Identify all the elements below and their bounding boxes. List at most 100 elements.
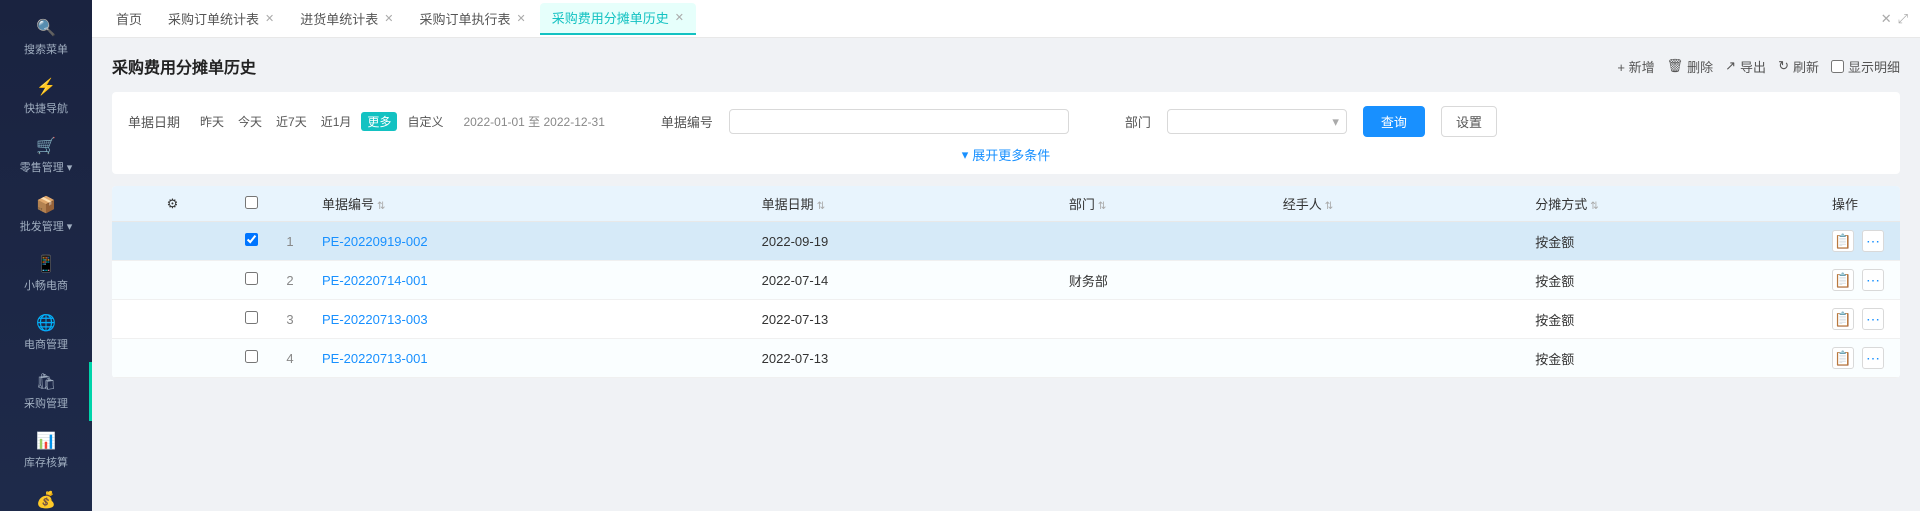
row-checkbox-1[interactable] <box>245 233 258 246</box>
export-button[interactable]: ↗ 导出 <box>1725 57 1766 76</box>
row-checkbox-2[interactable] <box>245 272 258 285</box>
show-cols-toggle[interactable]: 显示明细 <box>1831 57 1900 76</box>
close-window-icon[interactable]: ✕ <box>1881 11 1892 27</box>
view-icon-2[interactable]: 📋 <box>1832 269 1854 291</box>
td-doc-no-2: PE-20220714-001 <box>310 261 750 300</box>
yesterday-btn[interactable]: 昨天 <box>196 112 228 131</box>
sidebar-label-wholesale: 批发管理 ▾ <box>20 218 73 234</box>
dept-select[interactable]: 财务部 <box>1167 109 1347 134</box>
td-ops-1: 📋 ⋯ <box>1820 222 1900 261</box>
td-split-method-1: 按金额 <box>1523 222 1820 261</box>
sidebar-item-quick[interactable]: ⚡ 快捷导航 <box>0 67 92 126</box>
sidebar-label-inventory: 库存核算 <box>24 454 68 470</box>
row-checkbox-4[interactable] <box>245 350 258 363</box>
export-icon: ↗ <box>1725 58 1736 74</box>
refresh-icon: ↻ <box>1778 58 1789 74</box>
expand-window-icon[interactable]: ⤢ <box>1898 11 1908 27</box>
delete-icon: 🗑 <box>1667 58 1684 74</box>
sidebar-item-retail[interactable]: 🛒 零售管理 ▾ <box>0 126 92 185</box>
th-settings[interactable]: ⚙ <box>112 186 233 222</box>
delete-button[interactable]: 🗑 删除 <box>1667 57 1714 76</box>
tab-close-purchase-cost-history[interactable]: ✕ <box>675 11 684 24</box>
td-ops-2: 📋 ⋯ <box>1820 261 1900 300</box>
td-no-3: 3 <box>270 300 310 339</box>
th-doc-no[interactable]: 单据编号⇅ <box>310 186 750 222</box>
last7days-btn[interactable]: 近7天 <box>272 112 311 131</box>
sidebar-item-wholesale[interactable]: 📦 批发管理 ▾ <box>0 185 92 244</box>
sidebar-item-inventory[interactable]: 📊 库存核算 <box>0 421 92 480</box>
th-ops: 操作 <box>1820 186 1900 222</box>
sidebar-icon-retail: 🛒 <box>36 136 56 156</box>
tab-inbound-stats[interactable]: 进货单统计表✕ <box>288 3 405 35</box>
table-row: 4 PE-20220713-001 2022-07-13 按金额 📋 ⋯ <box>112 339 1900 378</box>
sidebar-item-ecom[interactable]: 🌐 电商管理 <box>0 303 92 362</box>
query-button[interactable]: 查询 <box>1363 106 1425 137</box>
today-btn[interactable]: 今天 <box>234 112 266 131</box>
sidebar-label-search: 搜索菜单 <box>24 41 68 57</box>
th-dept[interactable]: 部门⇅ <box>1057 186 1271 222</box>
doc-no-link-3[interactable]: PE-20220713-003 <box>322 312 428 327</box>
select-all-checkbox[interactable] <box>245 196 258 209</box>
td-split-method-3: 按金额 <box>1523 300 1820 339</box>
tab-purchase-order-stats[interactable]: 采购订单统计表✕ <box>156 3 286 35</box>
refresh-button[interactable]: ↻ 刷新 <box>1778 57 1819 76</box>
doc-no-input[interactable] <box>729 109 1069 134</box>
tab-close-inbound-stats[interactable]: ✕ <box>384 12 393 25</box>
date-label: 单据日期 <box>128 112 180 131</box>
td-handler-3 <box>1271 300 1524 339</box>
sidebar-item-finance[interactable]: 💰 资金管理 <box>0 480 92 511</box>
doc-no-link-2[interactable]: PE-20220714-001 <box>322 273 428 288</box>
filter-settings-button[interactable]: 设置 <box>1441 106 1497 137</box>
date-range-display: 2022-01-01 至 2022-12-31 <box>463 113 604 130</box>
sidebar-icon-wholesale: 📦 <box>36 195 56 215</box>
td-check-4 <box>233 339 270 378</box>
more-icon-2[interactable]: ⋯ <box>1862 269 1884 291</box>
row-checkbox-3[interactable] <box>245 311 258 324</box>
td-doc-no-4: PE-20220713-001 <box>310 339 750 378</box>
more-icon-1[interactable]: ⋯ <box>1862 230 1884 252</box>
page-title: 采购费用分摊单历史 <box>112 54 256 78</box>
view-icon-4[interactable]: 📋 <box>1832 347 1854 369</box>
doc-no-input-wrap <box>729 109 1069 134</box>
tab-purchase-cost-history[interactable]: 采购费用分摊单历史✕ <box>540 3 696 35</box>
tab-close-purchase-order-exec[interactable]: ✕ <box>517 12 526 25</box>
last1month-btn[interactable]: 近1月 <box>317 112 356 131</box>
td-handler-2 <box>1271 261 1524 300</box>
td-no-4: 4 <box>270 339 310 378</box>
td-no-1: 1 <box>270 222 310 261</box>
view-icon-1[interactable]: 📋 <box>1832 230 1854 252</box>
sidebar-label-miniapp: 小畅电商 <box>24 277 68 293</box>
show-cols-checkbox[interactable] <box>1831 60 1844 73</box>
th-split-method[interactable]: 分摊方式⇅ <box>1523 186 1820 222</box>
more-btn[interactable]: 更多 <box>361 112 397 131</box>
sidebar-icon-purchase: 🛍 <box>36 372 56 392</box>
doc-no-link-4[interactable]: PE-20220713-001 <box>322 351 428 366</box>
content-area: 采购费用分摊单历史 + 新增 🗑 删除 ↗ 导出 ↻ 刷新 显示明细 <box>92 38 1920 511</box>
tab-bar-right: ✕ ⤢ <box>1881 11 1908 27</box>
td-settings-2 <box>112 261 233 300</box>
tab-close-purchase-order-stats[interactable]: ✕ <box>265 12 274 25</box>
td-doc-date-4: 2022-07-13 <box>750 339 1057 378</box>
custom-btn[interactable]: 自定义 <box>403 112 447 131</box>
sidebar-label-purchase: 采购管理 <box>24 395 68 411</box>
sidebar-icon-quick: ⚡ <box>36 77 56 97</box>
tab-purchase-order-exec[interactable]: 采购订单执行表✕ <box>407 3 537 35</box>
tab-home[interactable]: 首页 <box>104 3 154 35</box>
td-doc-date-1: 2022-09-19 <box>750 222 1057 261</box>
expand-more-btn[interactable]: ▾ 展开更多条件 <box>128 145 1884 164</box>
view-icon-3[interactable]: 📋 <box>1832 308 1854 330</box>
more-icon-4[interactable]: ⋯ <box>1862 347 1884 369</box>
th-handler[interactable]: 经手人⇅ <box>1271 186 1524 222</box>
td-doc-no-3: PE-20220713-003 <box>310 300 750 339</box>
sidebar-item-purchase[interactable]: 🛍 采购管理 <box>0 362 92 421</box>
tab-bar: 首页采购订单统计表✕进货单统计表✕采购订单执行表✕采购费用分摊单历史✕ ✕ ⤢ <box>92 0 1920 38</box>
th-doc-date[interactable]: 单据日期⇅ <box>750 186 1057 222</box>
sidebar: 🔍 搜索菜单 ⚡ 快捷导航 🛒 零售管理 ▾ 📦 批发管理 ▾ 📱 小畅电商 🌐… <box>0 0 92 511</box>
sidebar-icon-miniapp: 📱 <box>36 254 56 274</box>
sidebar-item-miniapp[interactable]: 📱 小畅电商 <box>0 244 92 303</box>
td-dept-3 <box>1057 300 1271 339</box>
more-icon-3[interactable]: ⋯ <box>1862 308 1884 330</box>
add-button[interactable]: + 新增 <box>1617 57 1654 76</box>
doc-no-link-1[interactable]: PE-20220919-002 <box>322 234 428 249</box>
sidebar-item-search[interactable]: 🔍 搜索菜单 <box>0 8 92 67</box>
